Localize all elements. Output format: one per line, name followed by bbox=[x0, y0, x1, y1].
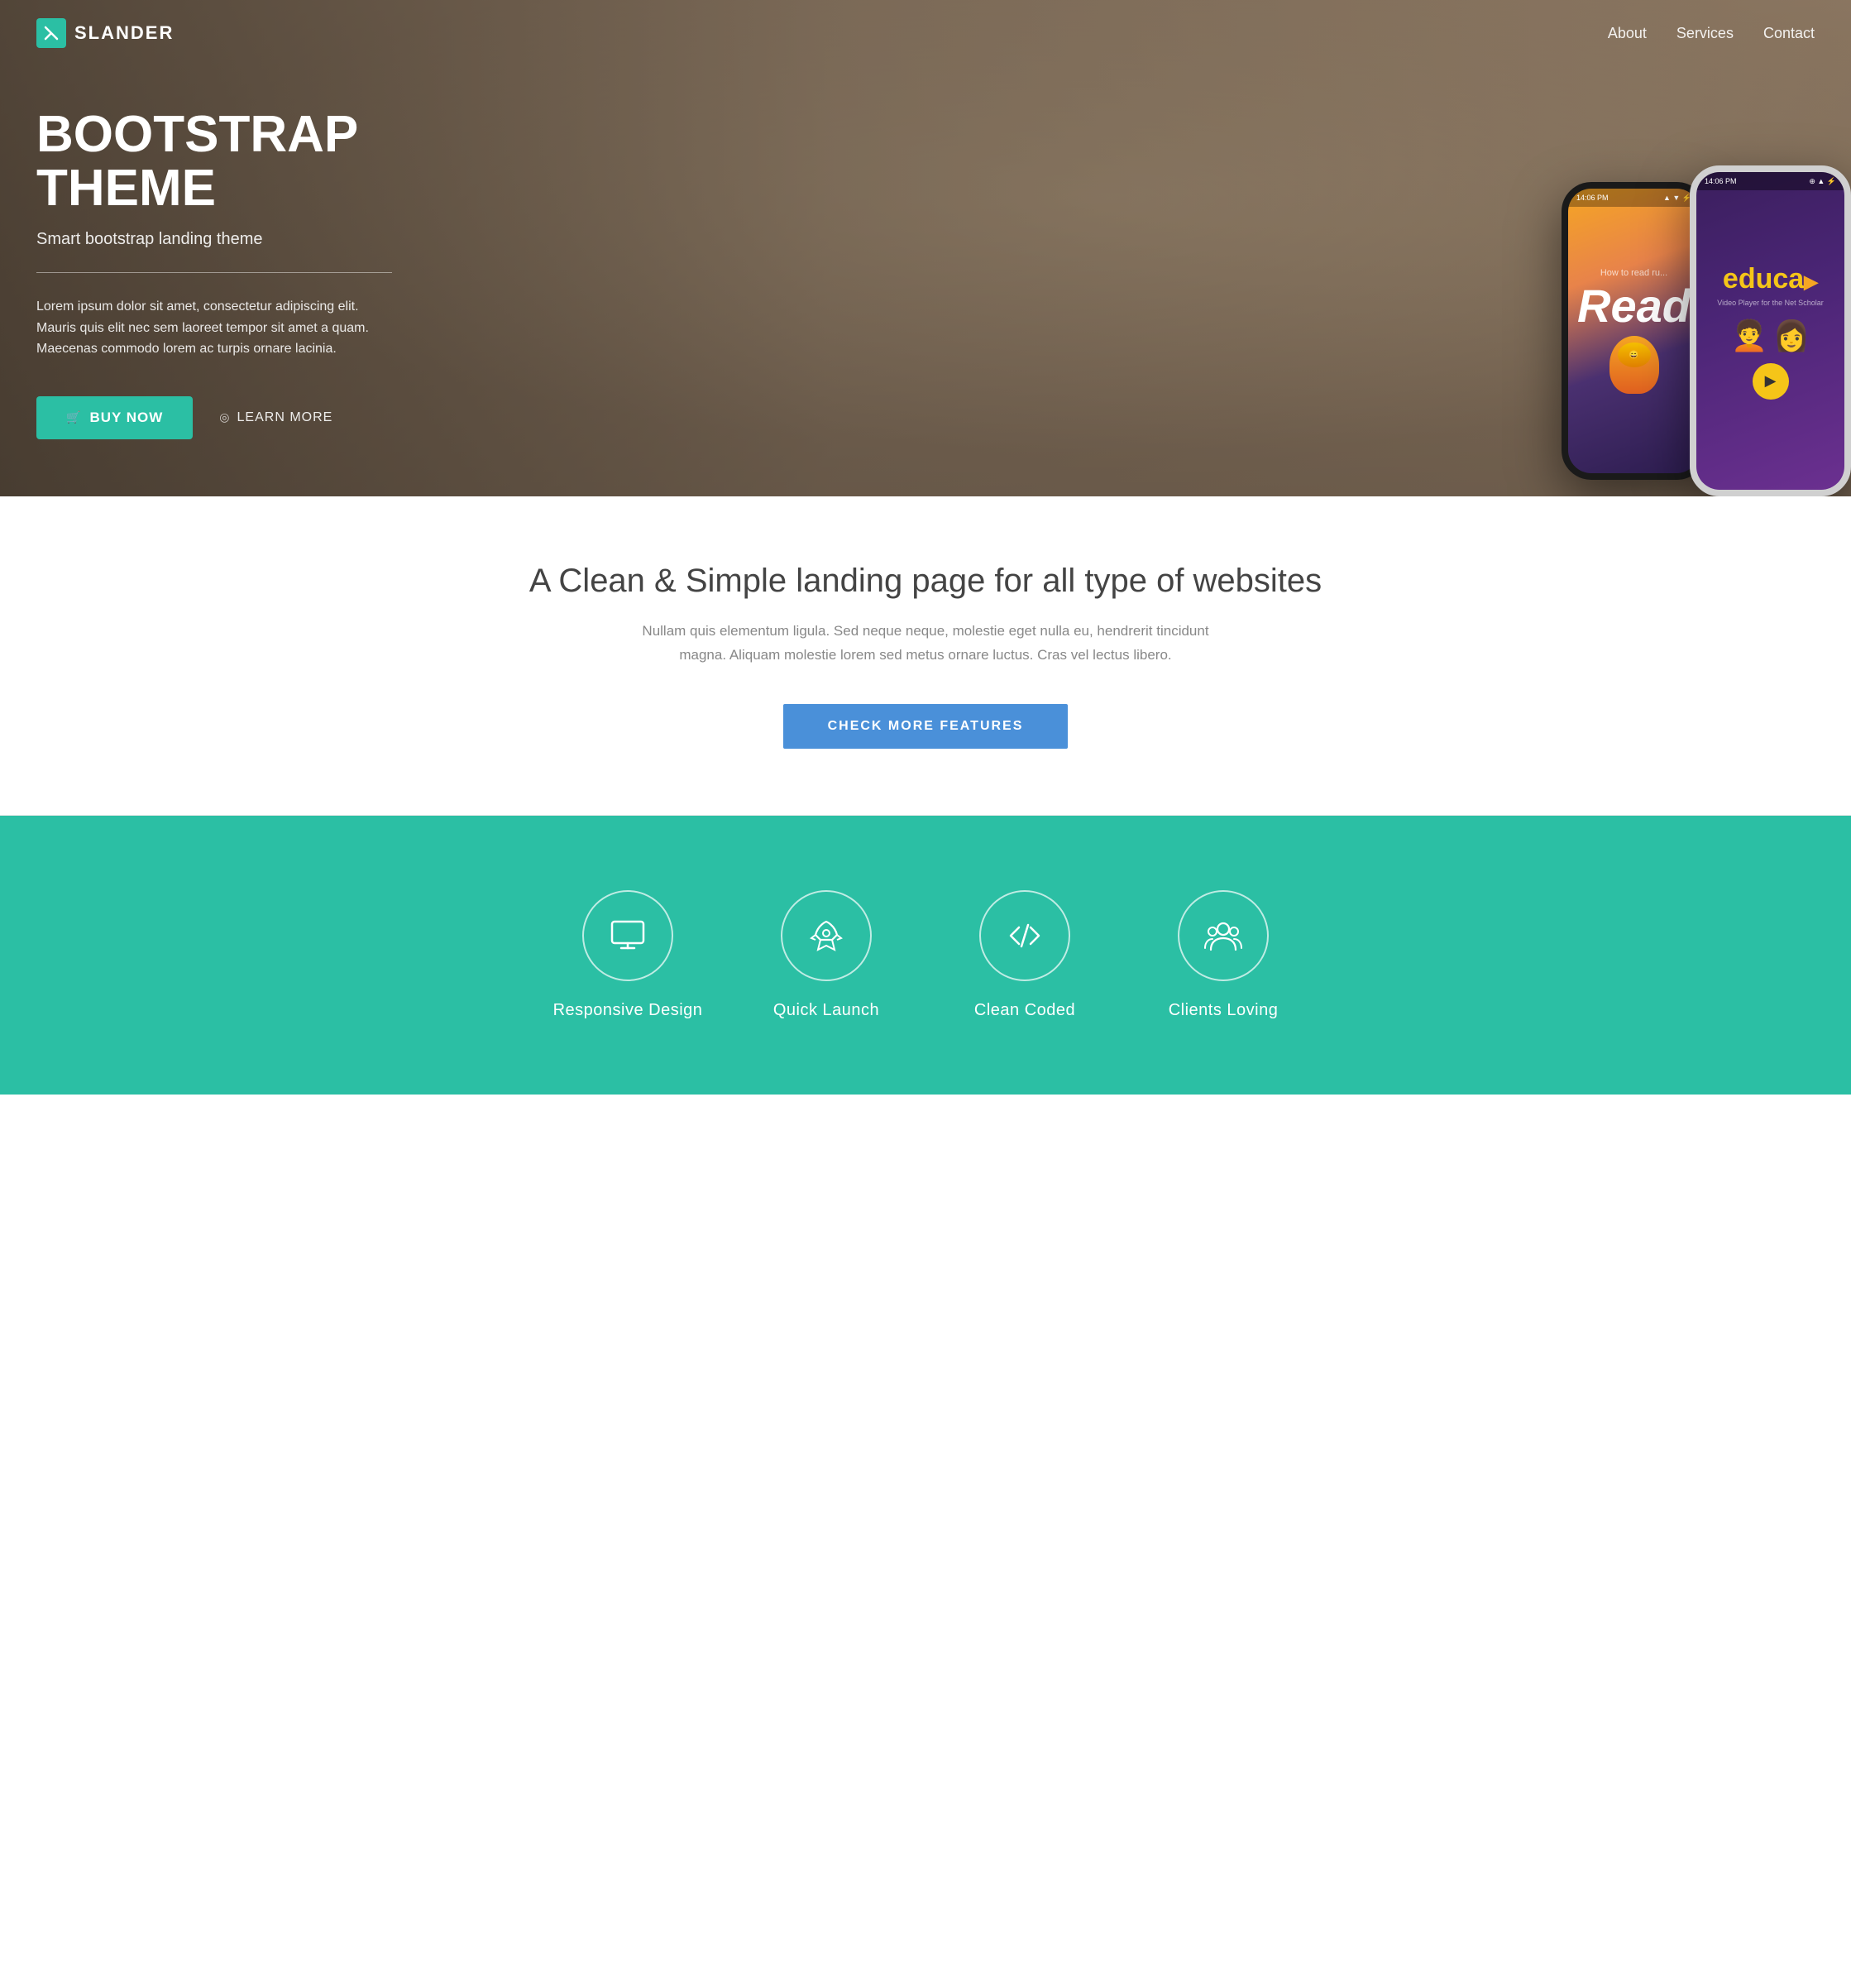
hero-content: BOOTSTRAP THEME Smart bootstrap landing … bbox=[0, 0, 430, 489]
features-section: A Clean & Simple landing page for all ty… bbox=[0, 496, 1851, 816]
service-coded: Clean Coded bbox=[926, 874, 1124, 1037]
service-responsive-label: Responsive Design bbox=[553, 1001, 703, 1020]
phone-white: 14:06 PM ⊕ ▲ ⚡ educa▶ Video Player for t… bbox=[1690, 165, 1851, 496]
service-coded-label: Clean Coded bbox=[974, 1001, 1075, 1020]
service-launch: Quick Launch bbox=[727, 874, 926, 1037]
responsive-icon-circle bbox=[582, 890, 673, 981]
launch-icon-circle bbox=[781, 890, 872, 981]
cart-icon: 🛒 bbox=[66, 410, 81, 424]
hero-title: BOOTSTRAP THEME bbox=[36, 108, 394, 215]
clients-icon-circle bbox=[1178, 890, 1269, 981]
phone-black: 14:06 PM ▲ ▼ ⚡ How to read ru... Read 😄 bbox=[1562, 182, 1706, 480]
nav-services[interactable]: Services bbox=[1676, 25, 1734, 41]
hero-description: Lorem ipsum dolor sit amet, consectetur … bbox=[36, 296, 394, 360]
hero-divider bbox=[36, 272, 392, 273]
service-clients-label: Clients Loving bbox=[1169, 1001, 1279, 1020]
circle-icon: ◎ bbox=[219, 410, 230, 424]
hero-section: BOOTSTRAP THEME Smart bootstrap landing … bbox=[0, 0, 1851, 496]
service-clients: Clients Loving bbox=[1124, 874, 1322, 1037]
hero-buttons: 🛒 BUY NOW ◎ LEARN MORE bbox=[36, 396, 394, 439]
service-launch-label: Quick Launch bbox=[773, 1001, 879, 1020]
users-icon bbox=[1203, 915, 1244, 956]
services-grid: Responsive Design Quick Launch bbox=[529, 874, 1322, 1037]
logo[interactable]: SLANDER bbox=[36, 18, 174, 48]
check-features-button[interactable]: CHECK MORE FEATURES bbox=[783, 704, 1069, 749]
learn-more-button[interactable]: ◎ LEARN MORE bbox=[219, 410, 332, 425]
nav-links: About Services Contact bbox=[1608, 25, 1815, 42]
monitor-icon bbox=[607, 915, 648, 956]
features-title: A Clean & Simple landing page for all ty… bbox=[36, 563, 1815, 600]
features-description: Nullam quis elementum ligula. Sed neque … bbox=[619, 620, 1232, 668]
coded-icon-circle bbox=[979, 890, 1070, 981]
logo-icon bbox=[36, 18, 66, 48]
nav-contact[interactable]: Contact bbox=[1763, 25, 1815, 41]
phone-screen-black: How to read ru... Read 😄 bbox=[1568, 189, 1700, 473]
nav-about[interactable]: About bbox=[1608, 25, 1647, 41]
service-responsive: Responsive Design bbox=[529, 874, 727, 1037]
buy-now-button[interactable]: 🛒 BUY NOW bbox=[36, 396, 193, 439]
code-icon bbox=[1004, 915, 1045, 956]
phone-screen-white: educa▶ Video Player for the Net Scholar … bbox=[1696, 172, 1844, 490]
logo-text: SLANDER bbox=[74, 22, 174, 44]
services-section: Responsive Design Quick Launch bbox=[0, 816, 1851, 1095]
hero-phones: 14:06 PM ▲ ▼ ⚡ How to read ru... Read 😄 bbox=[1562, 0, 1851, 496]
rocket-icon bbox=[806, 915, 847, 956]
navigation: SLANDER About Services Contact bbox=[0, 0, 1851, 66]
hero-subtitle: Smart bootstrap landing theme bbox=[36, 230, 394, 249]
